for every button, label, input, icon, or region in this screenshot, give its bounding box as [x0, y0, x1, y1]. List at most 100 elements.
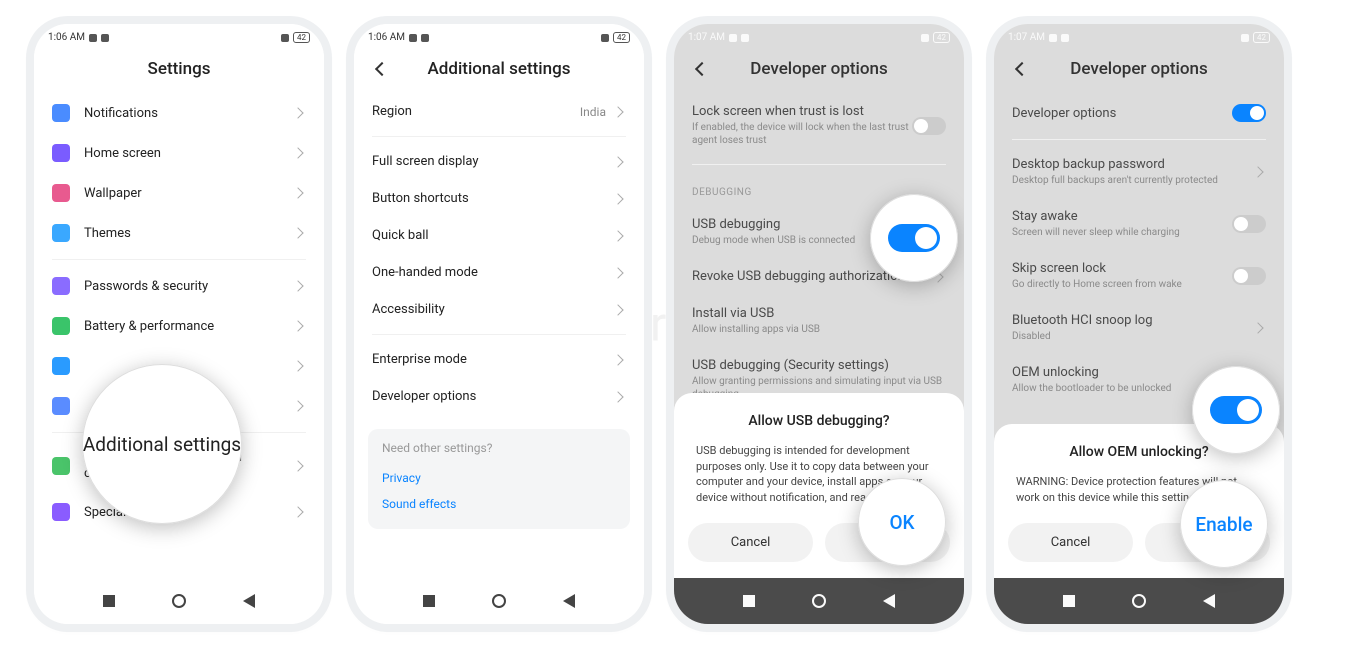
row-notifications[interactable]: Notifications — [48, 93, 310, 133]
themes-icon — [52, 224, 70, 242]
row-skip-lock[interactable]: Skip screen lockGo directly to Home scre… — [1008, 250, 1270, 302]
status-time: 1:06 AM — [368, 32, 405, 43]
home-icon — [52, 144, 70, 162]
link-privacy[interactable]: Privacy — [382, 465, 616, 491]
nav-recent-button[interactable] — [420, 592, 438, 610]
row-backup-password[interactable]: Desktop backup passwordDesktop full back… — [1008, 146, 1270, 198]
chevron-right-icon — [612, 353, 626, 367]
chevron-right-icon — [292, 319, 306, 333]
row-lock-trust[interactable]: Lock screen when trust is lostIf enabled… — [688, 93, 950, 158]
nav-back-button[interactable] — [560, 592, 578, 610]
nav-home-button[interactable] — [490, 592, 508, 610]
row-passwords[interactable]: Passwords & security — [48, 266, 310, 306]
magnifier-enable-button: Enable — [1180, 480, 1268, 568]
magnifier-additional-settings: Additional settings — [82, 364, 242, 524]
status-icon — [741, 34, 749, 42]
status-icon — [1061, 34, 1069, 42]
nav-recent-button[interactable] — [1060, 592, 1078, 610]
row-fullscreen[interactable]: Full screen display — [368, 143, 630, 180]
nav-back-button[interactable] — [1200, 592, 1218, 610]
nav-back-button[interactable] — [240, 592, 258, 610]
chevron-right-icon — [612, 266, 626, 280]
nav-bar — [674, 578, 964, 624]
toggle-usb-debugging[interactable] — [888, 224, 940, 252]
chevron-right-icon — [292, 505, 306, 519]
chevron-right-icon — [292, 459, 306, 473]
wellbeing-icon — [52, 457, 70, 475]
nav-recent-button[interactable] — [100, 592, 118, 610]
link-sound-effects[interactable]: Sound effects — [382, 491, 616, 517]
status-bar: 1:06 AM 42 — [354, 24, 644, 47]
status-icon — [729, 34, 737, 42]
region-value: India — [580, 105, 606, 119]
chevron-right-icon — [612, 155, 626, 169]
status-time: 1:07 AM — [688, 32, 725, 43]
row-install-usb[interactable]: Install via USBAllow installing apps via… — [688, 295, 950, 347]
row-quick-ball[interactable]: Quick ball — [368, 217, 630, 254]
back-button[interactable] — [1012, 59, 1032, 79]
cancel-button[interactable]: Cancel — [1008, 523, 1133, 562]
row-button-shortcuts[interactable]: Button shortcuts — [368, 180, 630, 217]
nav-recent-button[interactable] — [740, 592, 758, 610]
row-bluetooth-hci[interactable]: Bluetooth HCI snoop logDisabled — [1008, 302, 1270, 354]
row-battery[interactable]: Battery & performance — [48, 306, 310, 346]
toggle-developer-options[interactable] — [1232, 104, 1266, 122]
additional-icon — [52, 397, 70, 415]
status-icon — [1049, 34, 1057, 42]
row-enterprise[interactable]: Enterprise mode — [368, 341, 630, 378]
nav-home-button[interactable] — [1130, 592, 1148, 610]
magnifier-usb-toggle — [870, 194, 958, 282]
battery-row-icon — [52, 317, 70, 335]
nav-bar — [354, 578, 644, 624]
toggle-skip-lock[interactable] — [1232, 267, 1266, 285]
chevron-right-icon — [1252, 165, 1266, 179]
row-region[interactable]: RegionIndia — [368, 93, 630, 130]
toggle-stay-awake[interactable] — [1232, 215, 1266, 233]
magnified-label: Additional settings — [83, 433, 241, 456]
toggle-lock-trust[interactable] — [912, 117, 946, 135]
nav-bar — [34, 578, 324, 624]
status-icon — [101, 34, 109, 42]
battery-icon: 42 — [933, 32, 950, 43]
phone-settings: 1:06 AM 42 Settings Notifications Home s… — [34, 24, 324, 624]
cancel-button[interactable]: Cancel — [688, 523, 813, 562]
chevron-right-icon — [292, 226, 306, 240]
chevron-right-icon — [292, 359, 306, 373]
toggle-oem-unlocking[interactable] — [1210, 396, 1262, 424]
status-icon — [89, 34, 97, 42]
signal-icon — [601, 34, 609, 42]
apps-icon — [52, 357, 70, 375]
row-developer-options[interactable]: Developer options — [368, 378, 630, 415]
status-icon — [409, 34, 417, 42]
status-bar: 1:07 AM 42 — [674, 24, 964, 47]
nav-back-button[interactable] — [880, 592, 898, 610]
chevron-right-icon — [612, 303, 626, 317]
row-themes[interactable]: Themes — [48, 213, 310, 253]
signal-icon — [921, 34, 929, 42]
divider — [692, 164, 946, 165]
row-accessibility[interactable]: Accessibility — [368, 291, 630, 328]
phone-additional-settings: 1:06 AM 42 Additional settings RegionInd… — [354, 24, 644, 624]
back-button[interactable] — [372, 59, 392, 79]
back-button[interactable] — [692, 59, 712, 79]
battery-icon: 42 — [1253, 32, 1270, 43]
divider — [372, 334, 626, 335]
divider — [52, 259, 306, 260]
chevron-right-icon — [612, 192, 626, 206]
ok-label: OK — [889, 511, 914, 534]
security-icon — [52, 277, 70, 295]
suggest-box: Need other settings? Privacy Sound effec… — [368, 429, 630, 529]
status-time: 1:07 AM — [1008, 32, 1045, 43]
row-wallpaper[interactable]: Wallpaper — [48, 173, 310, 213]
nav-bar — [994, 578, 1284, 624]
row-home-screen[interactable]: Home screen — [48, 133, 310, 173]
row-developer-options[interactable]: Developer options — [1008, 93, 1270, 133]
divider — [1012, 139, 1266, 140]
nav-home-button[interactable] — [810, 592, 828, 610]
nav-home-button[interactable] — [170, 592, 188, 610]
row-one-handed[interactable]: One-handed mode — [368, 254, 630, 291]
row-stay-awake[interactable]: Stay awakeScreen will never sleep while … — [1008, 198, 1270, 250]
chevron-right-icon — [292, 279, 306, 293]
chevron-right-icon — [1252, 321, 1266, 335]
magnifier-oem-toggle — [1192, 366, 1280, 454]
